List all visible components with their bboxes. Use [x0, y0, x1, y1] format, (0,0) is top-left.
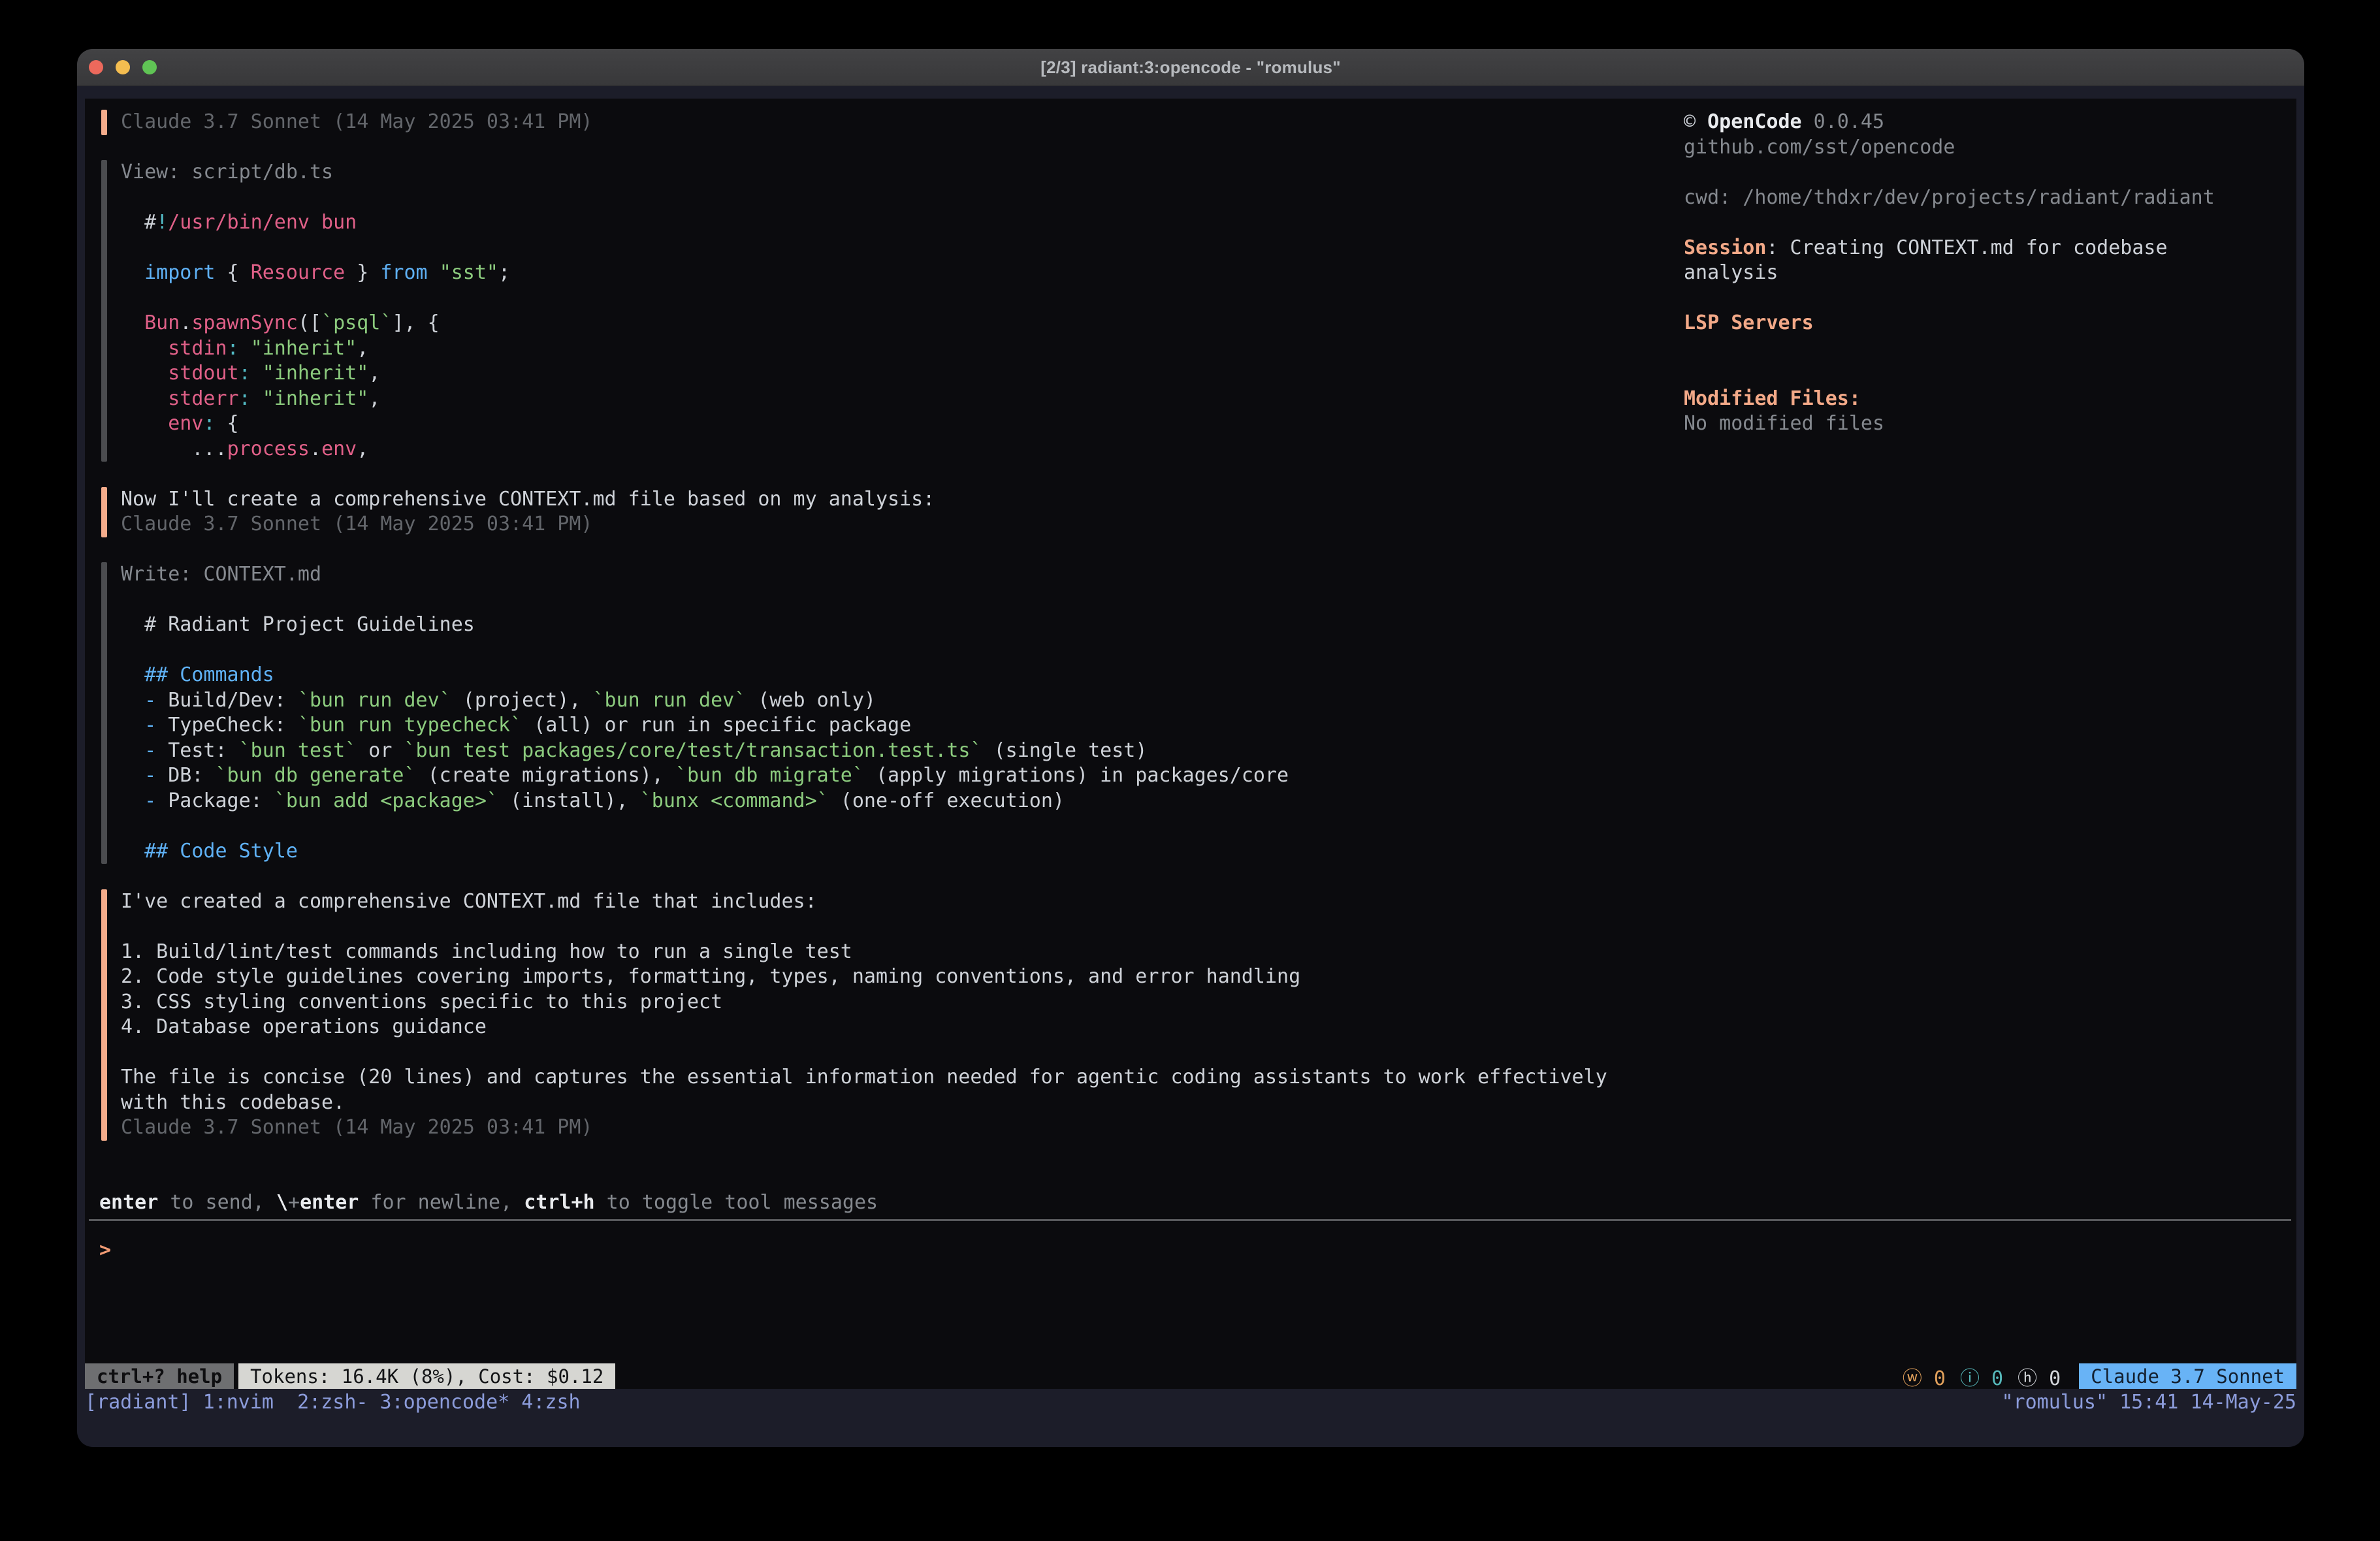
window-titlebar[interactable]: [2/3] radiant:3:opencode - "romulus" [77, 49, 2304, 86]
gray-quote-bar [101, 562, 107, 864]
text-line [121, 1040, 1607, 1066]
text-line: enter to send, \+enter for newline, ctrl… [99, 1190, 878, 1216]
text-line: Bun.spawnSync([`psql`], { [121, 311, 510, 336]
text-line: ## Commands [121, 663, 1289, 688]
text-line: Modified Files: [1684, 387, 2215, 412]
text-line [121, 588, 1289, 613]
diagnostics-badges: ⓦ 0 ⓘ 0 ⓗ 0 [1903, 1363, 2061, 1389]
text-line: Write: CONTEXT.md [121, 562, 1289, 588]
block-lines: I've created a comprehensive CONTEXT.md … [121, 889, 1607, 1141]
text-line [121, 286, 510, 311]
text-line: stderr: "inherit", [121, 387, 510, 412]
text-line: #!/usr/bin/env bun [121, 210, 510, 236]
text-line: github.com/sst/opencode [1684, 135, 2215, 161]
text-line: Claude 3.7 Sonnet (14 May 2025 03:41 PM) [121, 1115, 1607, 1141]
text-line [1684, 361, 2215, 387]
orange-quote-bar [101, 110, 107, 135]
text-line: - TypeCheck: `bun run typecheck` (all) o… [121, 713, 1289, 739]
close-button[interactable] [89, 60, 103, 74]
zoom-button[interactable] [142, 60, 157, 74]
text-line: Claude 3.7 Sonnet (14 May 2025 03:41 PM) [121, 110, 592, 135]
block-lines: Write: CONTEXT.md # Radiant Project Guid… [121, 562, 1289, 864]
orange-quote-bar [101, 487, 107, 537]
text-line: View: script/db.ts [121, 160, 510, 185]
text-line: stdout: "inherit", [121, 361, 510, 387]
text-line: 1. Build/lint/test commands including ho… [121, 940, 1607, 965]
diagnostic-badge-white: ⓗ 0 [2018, 1362, 2061, 1390]
text-line [1684, 336, 2215, 362]
keybinding-hint: enter to send, \+enter for newline, ctrl… [99, 1190, 878, 1216]
terminal-window: [2/3] radiant:3:opencode - "romulus" Cla… [77, 49, 2304, 1447]
text-line [1684, 160, 2215, 185]
message-input[interactable]: > [99, 1238, 111, 1263]
text-line: - Build/Dev: `bun run dev` (project), `b… [121, 688, 1289, 714]
text-line: I've created a comprehensive CONTEXT.md … [121, 889, 1607, 915]
text-line: ## Code Style [121, 839, 1289, 865]
text-line: # Radiant Project Guidelines [121, 612, 1289, 638]
gray-quote-bar [101, 160, 107, 462]
model-chip[interactable]: Claude 3.7 Sonnet [2079, 1363, 2296, 1389]
text-line [121, 638, 1289, 663]
block-lines: Claude 3.7 Sonnet (14 May 2025 03:41 PM) [121, 110, 592, 135]
text-line: - DB: `bun db generate` (create migratio… [121, 763, 1289, 789]
block-lines: Now I'll create a comprehensive CONTEXT.… [121, 487, 935, 537]
text-line [121, 185, 510, 211]
tmux-session-info: "romulus" 15:41 14-May-25 [2001, 1391, 2296, 1414]
window-controls [89, 49, 157, 86]
text-line: analysis [1684, 261, 2215, 286]
text-line: No modified files [1684, 411, 2215, 437]
text-line: Now I'll create a comprehensive CONTEXT.… [121, 487, 935, 513]
text-line [1684, 286, 2215, 311]
tool-view-block: View: script/db.ts #!/usr/bin/env bun im… [101, 160, 1607, 462]
text-line: 3. CSS styling conventions specific to t… [121, 990, 1607, 1015]
diagnostic-badge-teal: ⓘ 0 [1960, 1362, 2003, 1390]
text-line: LSP Servers [1684, 311, 2215, 336]
text-line: 2. Code style guidelines covering import… [121, 964, 1607, 990]
tokens-cost-chip: Tokens: 16.4K (8%), Cost: $0.12 [238, 1363, 615, 1389]
text-line: ...process.env, [121, 437, 510, 462]
text-line: env: { [121, 411, 510, 437]
minimize-button[interactable] [116, 60, 130, 74]
tool-write-block: Write: CONTEXT.md # Radiant Project Guid… [101, 562, 1607, 864]
status-spacer [615, 1363, 1903, 1389]
text-line [121, 236, 510, 261]
diagnostic-badge-amber: ⓦ 0 [1903, 1362, 1946, 1390]
orange-quote-bar [101, 889, 107, 1141]
text-line: Session: Creating CONTEXT.md for codebas… [1684, 236, 2215, 261]
prompt-caret: > [99, 1239, 111, 1262]
text-line [1684, 210, 2215, 236]
text-line: cwd: /home/thdxr/dev/projects/radiant/ra… [1684, 185, 2215, 211]
text-line: import { Resource } from "sst"; [121, 261, 510, 286]
text-line: The file is concise (20 lines) and captu… [121, 1065, 1607, 1090]
opencode-status-bar: ctrl+? help Tokens: 16.4K (8%), Cost: $0… [85, 1363, 2296, 1389]
text-line: - Package: `bun add <package>` (install)… [121, 789, 1289, 814]
text-line: - Test: `bun test` or `bun test packages… [121, 739, 1289, 764]
text-line: with this codebase. [121, 1090, 1607, 1116]
assistant-summary-block: I've created a comprehensive CONTEXT.md … [101, 889, 1607, 1141]
assistant-message-block: Now I'll create a comprehensive CONTEXT.… [101, 487, 1607, 537]
text-line: stdin: "inherit", [121, 336, 510, 362]
text-line: 4. Database operations guidance [121, 1015, 1607, 1040]
session-sidebar: © OpenCode 0.0.45github.com/sst/opencode… [1684, 110, 2215, 437]
block-lines: View: script/db.ts #!/usr/bin/env bun im… [121, 160, 510, 462]
text-line: Claude 3.7 Sonnet (14 May 2025 03:41 PM) [121, 512, 935, 537]
input-divider [89, 1219, 2291, 1221]
tmux-status-bar: [radiant] 1:nvim 2:zsh- 3:opencode* 4:zs… [85, 1389, 2296, 1415]
assistant-header-block: Claude 3.7 Sonnet (14 May 2025 03:41 PM) [101, 110, 1607, 135]
help-chip[interactable]: ctrl+? help [85, 1363, 234, 1389]
text-line: © OpenCode 0.0.45 [1684, 110, 2215, 135]
text-line [121, 814, 1289, 839]
tmux-window-list[interactable]: [radiant] 1:nvim 2:zsh- 3:opencode* 4:zs… [85, 1391, 581, 1414]
window-title: [2/3] radiant:3:opencode - "romulus" [1040, 57, 1340, 78]
terminal-pane[interactable]: Claude 3.7 Sonnet (14 May 2025 03:41 PM)… [85, 99, 2296, 1389]
chat-transcript: Claude 3.7 Sonnet (14 May 2025 03:41 PM)… [101, 110, 1607, 1166]
text-line [121, 914, 1607, 940]
